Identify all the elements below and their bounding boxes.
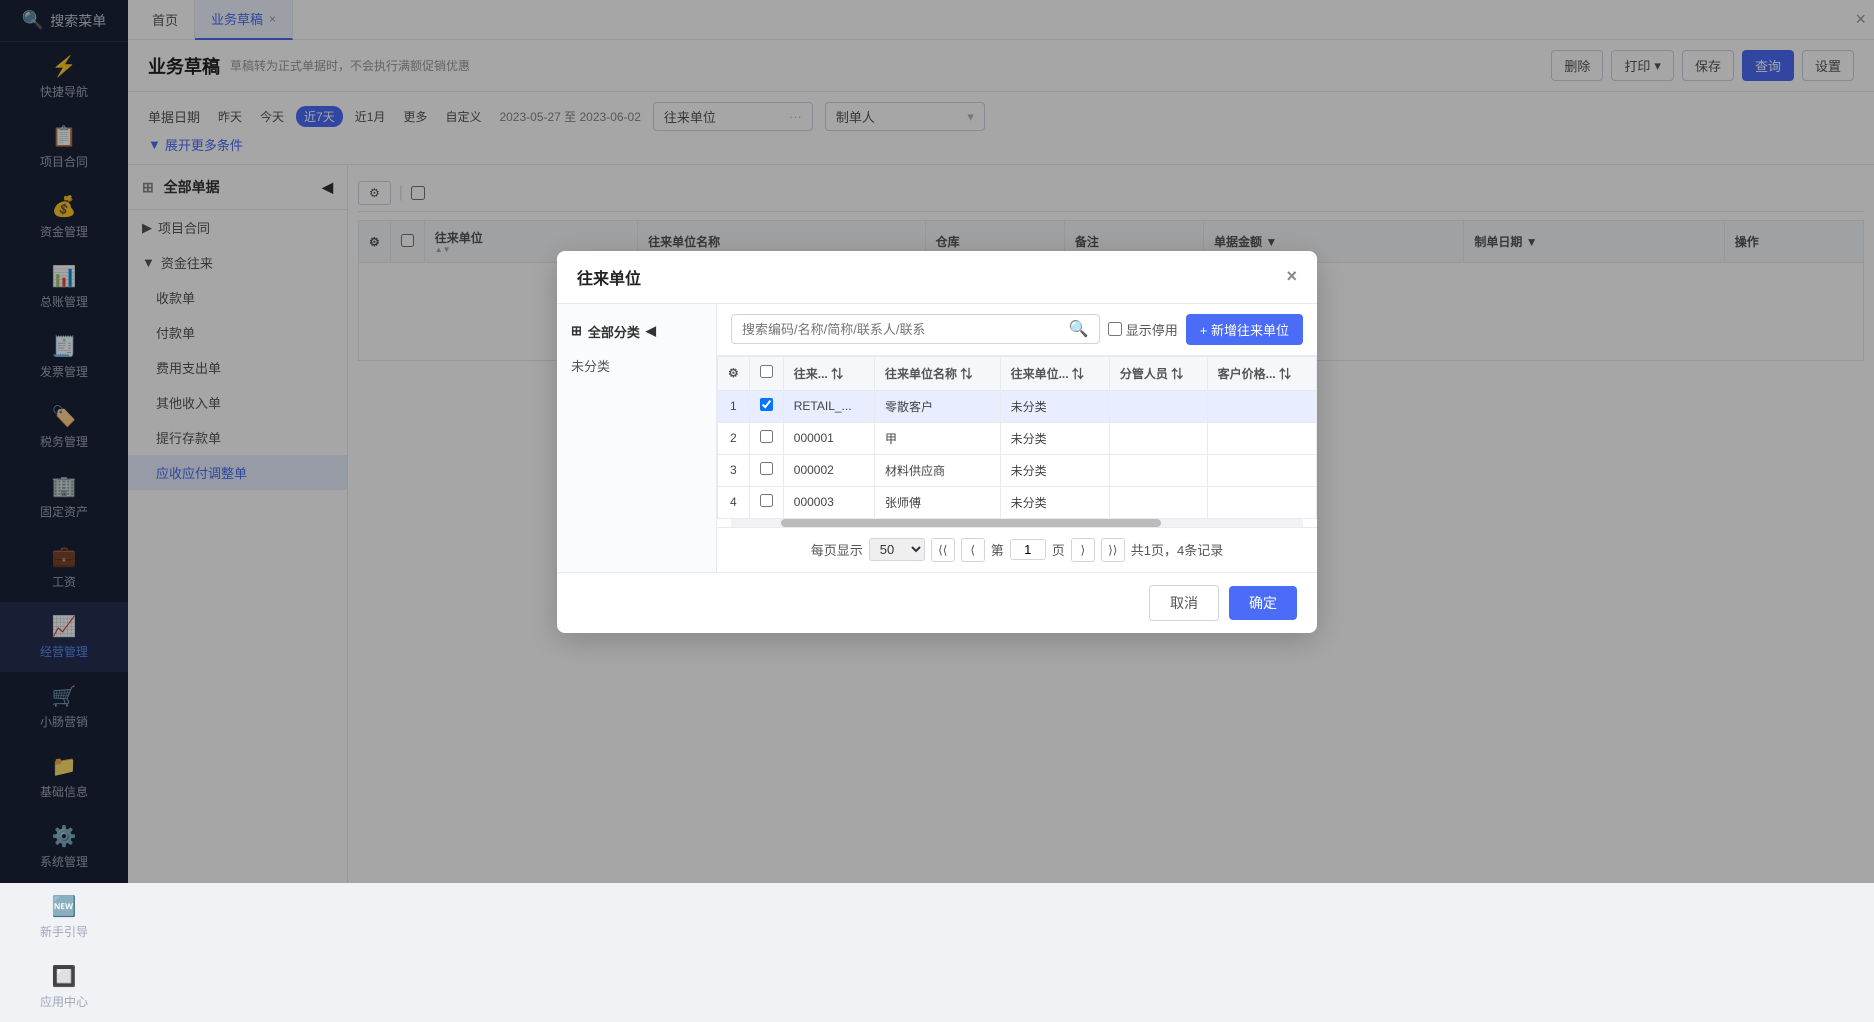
sort-mgr-icon: ⇅ — [1171, 367, 1183, 381]
th-select — [749, 356, 783, 390]
row-manager — [1109, 390, 1207, 422]
row-settings: 1 — [718, 390, 750, 422]
row-category: 未分类 — [1000, 390, 1109, 422]
row-checkbox[interactable] — [749, 422, 783, 454]
row-category: 未分类 — [1000, 454, 1109, 486]
th-category[interactable]: 往来单位... ⇅ — [1000, 356, 1109, 390]
category-grid-icon: ⊞ — [571, 323, 582, 339]
row-checkbox[interactable] — [749, 486, 783, 518]
category-header[interactable]: ⊞ 全部分类 ◀ — [557, 314, 716, 349]
row-category: 未分类 — [1000, 422, 1109, 454]
apps-icon: 🔲 — [52, 964, 77, 989]
row-price — [1207, 422, 1316, 454]
total-info: 共1页，4条记录 — [1131, 540, 1223, 559]
page-size-label: 每页显示 — [811, 540, 863, 559]
modal-title: 往来单位 — [577, 265, 641, 289]
category-uncategorized[interactable]: 未分类 — [557, 349, 716, 382]
last-page-btn[interactable]: ⟩⟩ — [1101, 538, 1125, 562]
sidebar-item-label: 应用中心 — [40, 993, 88, 1010]
sort-code-icon: ⇅ — [831, 367, 843, 381]
scrollbar-thumb[interactable] — [781, 519, 1161, 527]
row-code: 000002 — [783, 454, 874, 486]
row-name: 零散客户 — [875, 390, 1001, 422]
guide-icon: 🆕 — [52, 894, 77, 919]
table-row[interactable]: 1 RETAIL_... 零散客户 未分类 — [718, 390, 1317, 422]
search-wrap[interactable]: 🔍 — [731, 314, 1100, 344]
collapse-category-icon: ◀ — [646, 323, 656, 339]
show-disabled-checkbox[interactable] — [1108, 322, 1122, 336]
sort-price-icon: ⇅ — [1279, 367, 1291, 381]
th-price[interactable]: 客户价格... ⇅ — [1207, 356, 1316, 390]
sort-name-icon: ⇅ — [960, 367, 972, 381]
show-disabled-wrap: 显示停用 — [1108, 320, 1178, 339]
th-name[interactable]: 往来单位名称 ⇅ — [875, 356, 1001, 390]
th-code[interactable]: 往来... ⇅ — [783, 356, 874, 390]
row-code: RETAIL_... — [783, 390, 874, 422]
partner-modal: 往来单位 × ⊞ 全部分类 ◀ 未分类 🔍 — [557, 251, 1317, 633]
modal-close-button[interactable]: × — [1286, 266, 1297, 287]
row-manager — [1109, 486, 1207, 518]
page-number-input[interactable] — [1010, 539, 1046, 560]
row-price — [1207, 486, 1316, 518]
row-checkbox[interactable] — [749, 454, 783, 486]
cancel-button[interactable]: 取消 — [1149, 585, 1219, 621]
confirm-button[interactable]: 确定 — [1229, 586, 1297, 620]
category-panel: ⊞ 全部分类 ◀ 未分类 — [557, 304, 717, 572]
row-name: 材料供应商 — [875, 454, 1001, 486]
th-manager[interactable]: 分管人员 ⇅ — [1109, 356, 1207, 390]
partner-data-table: ⚙ 往来... ⇅ 往来单位名称 ⇅ 往来单位... ⇅ 分管人员 ⇅ 客户价格… — [717, 356, 1317, 519]
row-manager — [1109, 422, 1207, 454]
th-settings: ⚙ — [718, 356, 750, 390]
partner-search-input[interactable] — [742, 322, 1063, 337]
data-panel-toolbar: 🔍 显示停用 + 新增往来单位 — [717, 304, 1317, 356]
sidebar-item-apps[interactable]: 🔲 应用中心 — [0, 952, 128, 1022]
table-header-row: ⚙ 往来... ⇅ 往来单位名称 ⇅ 往来单位... ⇅ 分管人员 ⇅ 客户价格… — [718, 356, 1317, 390]
partner-table: ⚙ 往来... ⇅ 往来单位名称 ⇅ 往来单位... ⇅ 分管人员 ⇅ 客户价格… — [717, 356, 1317, 519]
page-size-select[interactable]: 501020100 — [869, 538, 925, 561]
row-category: 未分类 — [1000, 486, 1109, 518]
show-disabled-label: 显示停用 — [1126, 320, 1178, 339]
search-icon: 🔍 — [1069, 319, 1089, 339]
row-settings: 4 — [718, 486, 750, 518]
page-label-2: 页 — [1052, 540, 1065, 559]
table-row[interactable]: 4 000003 张师傅 未分类 — [718, 486, 1317, 518]
row-settings: 2 — [718, 422, 750, 454]
modal-body: ⊞ 全部分类 ◀ 未分类 🔍 显示停用 — [557, 304, 1317, 572]
row-code: 000001 — [783, 422, 874, 454]
modal-footer: 取消 确定 — [557, 572, 1317, 633]
modal-header: 往来单位 × — [557, 251, 1317, 304]
sidebar-item-label: 新手引导 — [40, 923, 88, 940]
row-code: 000003 — [783, 486, 874, 518]
table-row[interactable]: 3 000002 材料供应商 未分类 — [718, 454, 1317, 486]
category-title: 全部分类 — [588, 322, 640, 341]
table-row[interactable]: 2 000001 甲 未分类 — [718, 422, 1317, 454]
page-label: 第 — [991, 540, 1004, 559]
pagination: 每页显示 501020100 ⟨⟨ ⟨ 第 页 ⟩ ⟩⟩ 共1页，4条记录 — [717, 527, 1317, 572]
sidebar-item-guide[interactable]: 🆕 新手引导 — [0, 882, 128, 952]
first-page-btn[interactable]: ⟨⟨ — [931, 538, 955, 562]
row-price — [1207, 454, 1316, 486]
modal-overlay[interactable]: 往来单位 × ⊞ 全部分类 ◀ 未分类 🔍 — [0, 0, 1874, 883]
next-page-btn[interactable]: ⟩ — [1071, 538, 1095, 562]
scrollbar-area[interactable] — [731, 519, 1303, 527]
prev-page-btn[interactable]: ⟨ — [961, 538, 985, 562]
select-all-partners[interactable] — [760, 365, 773, 378]
row-name: 甲 — [875, 422, 1001, 454]
data-panel: 🔍 显示停用 + 新增往来单位 ⚙ — [717, 304, 1317, 572]
add-partner-button[interactable]: + 新增往来单位 — [1186, 314, 1303, 345]
row-checkbox[interactable] — [749, 390, 783, 422]
row-price — [1207, 390, 1316, 422]
sort-cat-icon: ⇅ — [1072, 367, 1084, 381]
row-settings: 3 — [718, 454, 750, 486]
row-manager — [1109, 454, 1207, 486]
row-name: 张师傅 — [875, 486, 1001, 518]
